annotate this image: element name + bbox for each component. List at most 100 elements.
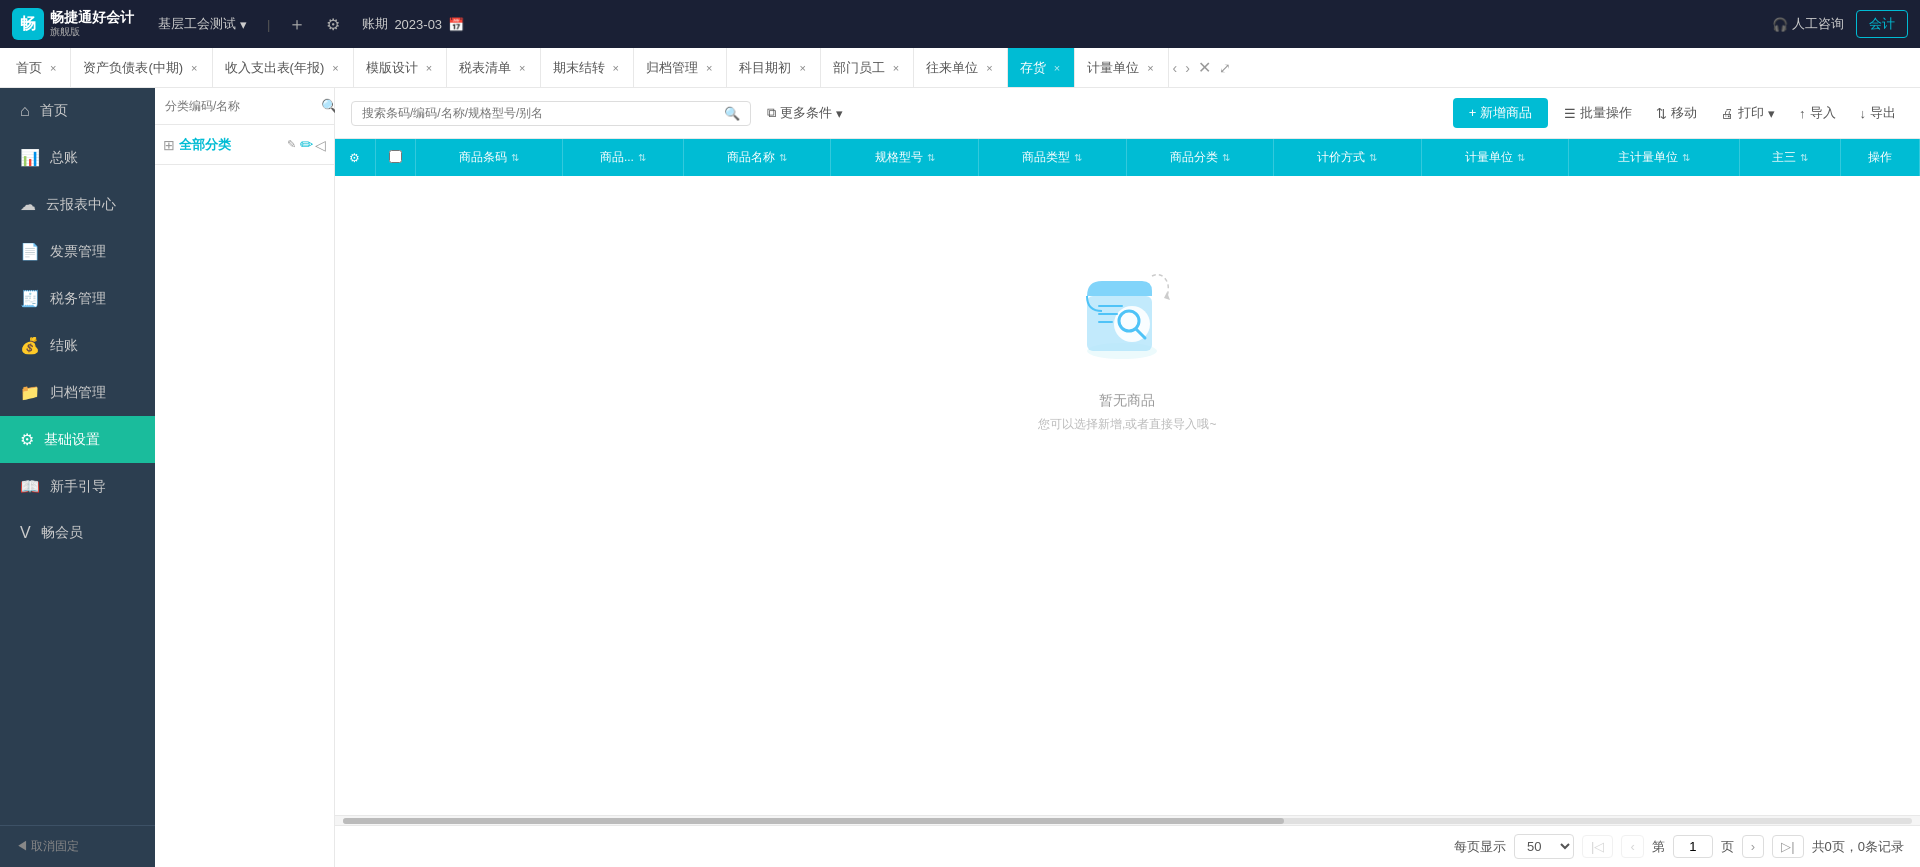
page-label: 第 [1652, 838, 1665, 856]
tab-next-button[interactable]: › [1181, 60, 1194, 76]
kuaiji-button[interactable]: 会计 [1856, 10, 1908, 38]
col-extra[interactable]: 主三 ⇅ [1739, 139, 1841, 176]
import-icon: ↑ [1799, 106, 1806, 121]
tab-contacts[interactable]: 往来单位 × [914, 48, 1007, 88]
batch-operation-button[interactable]: ☰ 批量操作 [1556, 100, 1640, 126]
home-icon: ⌂ [20, 102, 30, 120]
col-spec[interactable]: 规格型号 ⇅ [831, 139, 979, 176]
page-input[interactable] [1673, 835, 1713, 858]
settings-button[interactable]: ⚙ [320, 13, 346, 36]
service-button[interactable]: 🎧 人工咨询 [1772, 15, 1844, 33]
tab-close-unit[interactable]: × [1145, 62, 1155, 74]
sort-unit-icon: ⇅ [1517, 152, 1525, 163]
tab-close-inventory[interactable]: × [1052, 62, 1062, 74]
tab-close-contacts[interactable]: × [984, 62, 994, 74]
batch-icon: ☰ [1564, 106, 1576, 121]
col-settings[interactable]: ⚙ [335, 139, 375, 176]
edit-category-button[interactable]: ✏ [298, 133, 315, 156]
sidebar-item-reports[interactable]: ☁ 云报表中心 [0, 181, 155, 228]
guide-icon: 📖 [20, 477, 40, 496]
sort-category-icon: ⇅ [1222, 152, 1230, 163]
print-button[interactable]: 🖨 打印 ▾ [1713, 100, 1783, 126]
tab-subject-init[interactable]: 科目期初 × [727, 48, 820, 88]
col-actions: 操作 [1841, 139, 1920, 176]
tab-close-template[interactable]: × [424, 62, 434, 74]
first-page-button[interactable]: |◁ [1582, 835, 1613, 858]
company-selector[interactable]: 基层工会测试 ▾ [150, 11, 255, 37]
scrollbar-thumb[interactable] [343, 818, 1284, 824]
select-all-checkbox[interactable] [389, 150, 402, 163]
tab-template-design[interactable]: 模版设计 × [354, 48, 447, 88]
sidebar-item-member[interactable]: V 畅会员 [0, 510, 155, 556]
tab-prev-button[interactable]: ‹ [1169, 60, 1182, 76]
tab-close-income[interactable]: × [330, 62, 340, 74]
sidebar-item-invoice[interactable]: 📄 发票管理 [0, 228, 155, 275]
horizontal-scrollbar[interactable] [335, 815, 1920, 825]
tab-close-dept[interactable]: × [891, 62, 901, 74]
tab-archive[interactable]: 归档管理 × [634, 48, 727, 88]
tab-close-tax[interactable]: × [517, 62, 527, 74]
tab-expand-button[interactable]: ⤢ [1215, 60, 1235, 76]
col-unit[interactable]: 计量单位 ⇅ [1421, 139, 1569, 176]
col-pricing[interactable]: 计价方式 ⇅ [1274, 139, 1422, 176]
tab-period-carry[interactable]: 期末结转 × [541, 48, 634, 88]
empty-state-icon [1067, 256, 1187, 376]
collapse-panel-button[interactable]: ◁ [315, 137, 326, 153]
move-button[interactable]: ⇅ 移动 [1648, 100, 1705, 126]
tab-inventory[interactable]: 存货 × [1008, 48, 1075, 88]
sidebar-unpin-button[interactable]: ◀ 取消固定 [0, 825, 155, 867]
tab-homepage[interactable]: 首页 × [4, 48, 71, 88]
empty-title: 暂无商品 [1099, 392, 1155, 410]
ledger-icon: 📊 [20, 148, 40, 167]
search-icon[interactable]: 🔍 [724, 106, 740, 121]
sidebar-item-guide[interactable]: 📖 新手引导 [0, 463, 155, 510]
logo-area: 畅 畅捷通好会计 旗舰版 [12, 8, 142, 40]
tab-close-period[interactable]: × [611, 62, 621, 74]
search-input[interactable] [362, 106, 718, 120]
prev-page-button[interactable]: ‹ [1621, 835, 1643, 858]
sidebar-item-ledger[interactable]: 📊 总账 [0, 134, 155, 181]
product-table-container: ⚙ 商品条码 ⇅ [335, 139, 1920, 815]
closing-icon: 💰 [20, 336, 40, 355]
tab-close-subject[interactable]: × [797, 62, 807, 74]
import-button[interactable]: ↑ 导入 [1791, 100, 1844, 126]
export-button[interactable]: ↓ 导出 [1852, 100, 1905, 126]
print-chevron-icon: ▾ [1768, 106, 1775, 121]
tab-balance-sheet[interactable]: 资产负债表(中期) × [71, 48, 212, 88]
tab-close-balance[interactable]: × [189, 62, 199, 74]
sidebar-item-home[interactable]: ⌂ 首页 [0, 88, 155, 134]
sidebar-item-tax[interactable]: 🧾 税务管理 [0, 275, 155, 322]
all-categories-item[interactable]: 全部分类 [179, 136, 287, 154]
add-tab-button[interactable]: ＋ [282, 10, 312, 38]
tab-unit[interactable]: 计量单位 × [1075, 48, 1168, 88]
total-records-label: 共0页，0条记录 [1812, 838, 1904, 856]
right-content: 🔍 ⧉ 更多条件 ▾ + 新增商品 ☰ 批量操作 ⇅ [335, 88, 1920, 867]
tab-income-report[interactable]: 收入支出表(年报) × [213, 48, 354, 88]
category-search-area: 🔍 [155, 88, 334, 125]
sidebar-item-settings[interactable]: ⚙ 基础设置 [0, 416, 155, 463]
tab-tax-list[interactable]: 税表清单 × [447, 48, 540, 88]
col-barcode[interactable]: 商品条码 ⇅ [415, 139, 563, 176]
tab-close-all-button[interactable]: ✕ [1194, 58, 1215, 77]
archive-icon: 📁 [20, 383, 40, 402]
last-page-button[interactable]: ▷| [1772, 835, 1803, 858]
sidebar-item-closing[interactable]: 💰 结账 [0, 322, 155, 369]
sidebar-item-archive[interactable]: 📁 归档管理 [0, 369, 155, 416]
main-layout: ⌂ 首页 📊 总账 ☁ 云报表中心 📄 发票管理 🧾 税务管理 💰 结账 📁 归… [0, 88, 1920, 867]
category-search-input[interactable] [165, 99, 315, 113]
col-code[interactable]: 商品... ⇅ [563, 139, 684, 176]
col-name[interactable]: 商品名称 ⇅ [683, 139, 831, 176]
col-category[interactable]: 商品分类 ⇅ [1126, 139, 1274, 176]
add-product-button[interactable]: + 新增商品 [1453, 98, 1548, 128]
per-page-label: 每页显示 [1454, 838, 1506, 856]
col-main-unit[interactable]: 主计量单位 ⇅ [1569, 139, 1740, 176]
tab-close-archive[interactable]: × [704, 62, 714, 74]
filter-button[interactable]: ⧉ 更多条件 ▾ [759, 100, 851, 126]
per-page-select[interactable]: 50 100 200 [1514, 834, 1574, 859]
col-type[interactable]: 商品类型 ⇅ [978, 139, 1126, 176]
tab-close-homepage[interactable]: × [48, 62, 58, 74]
tab-dept-staff[interactable]: 部门员工 × [821, 48, 914, 88]
col-checkbox[interactable] [375, 139, 415, 176]
next-page-button[interactable]: › [1742, 835, 1764, 858]
calendar-icon[interactable]: 📅 [448, 17, 464, 32]
